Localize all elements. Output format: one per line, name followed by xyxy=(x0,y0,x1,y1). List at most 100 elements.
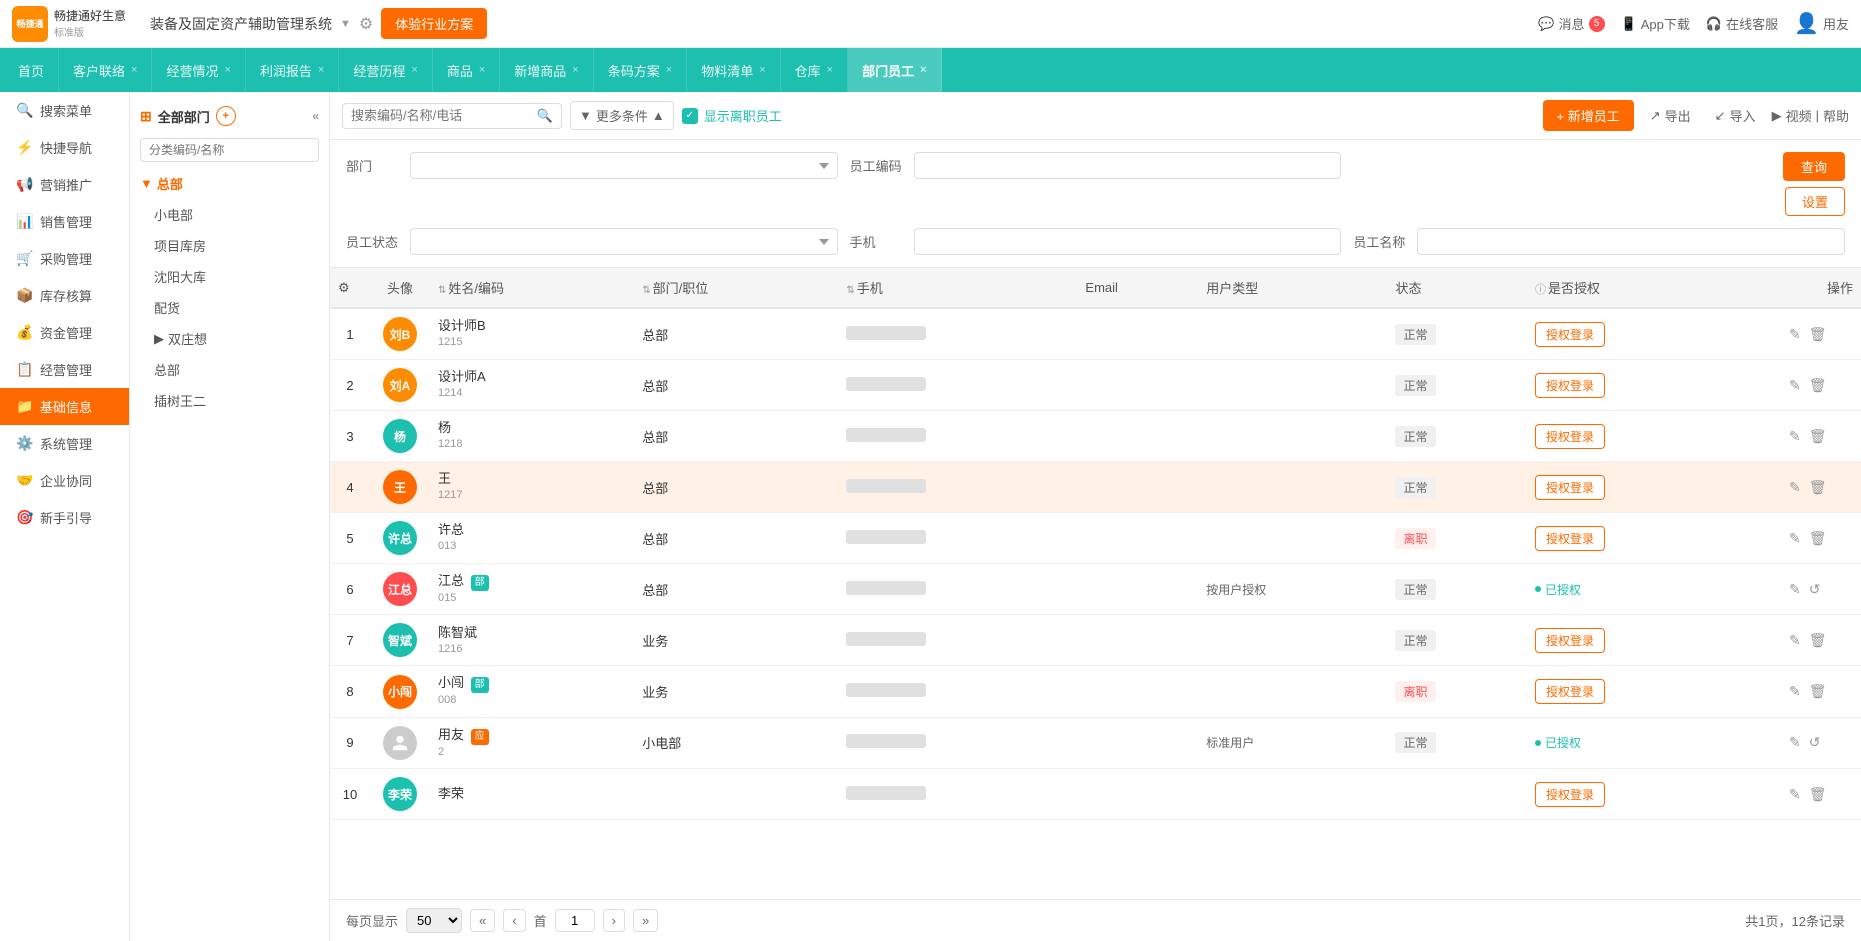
sidebar-item-inventory[interactable]: 📦 库存核算 xyxy=(0,277,129,314)
tab-operation[interactable]: 经营情况 × xyxy=(152,48,245,92)
sidebar-item-guide[interactable]: 🎯 新手引导 xyxy=(0,499,129,536)
auth-login-btn[interactable]: 授权登录 xyxy=(1535,679,1605,704)
dept-tree-item-zongbu2[interactable]: 总部 xyxy=(130,354,329,385)
delete-icon[interactable]: 🗑 xyxy=(1809,683,1827,700)
status-filter-select[interactable] xyxy=(410,228,838,255)
auth-login-btn[interactable]: 授权登录 xyxy=(1535,475,1605,500)
try-btn[interactable]: 体验行业方案 xyxy=(381,8,487,39)
show-resigned-toggle[interactable]: ✓ 显示离职员工 xyxy=(682,106,782,125)
first-page-btn[interactable]: « xyxy=(470,909,495,932)
per-page-select[interactable]: 50 100 xyxy=(406,908,462,933)
tab-goods-close[interactable]: × xyxy=(479,64,485,76)
auth-login-btn[interactable]: 授权登录 xyxy=(1535,628,1605,653)
auth-login-btn[interactable]: 授权登录 xyxy=(1535,373,1605,398)
dept-tree-item-shuangzhuang[interactable]: ▶ 双庄想 xyxy=(130,323,329,354)
dept-tree-item-shenyang[interactable]: 沈阳大库 xyxy=(130,261,329,292)
dept-tree-item-root[interactable]: ▼ 总部 xyxy=(130,168,329,199)
dept-add-btn[interactable]: + xyxy=(216,106,236,126)
col-name[interactable]: ⇅姓名/编码 xyxy=(430,268,634,308)
delete-icon[interactable]: 🗑 xyxy=(1809,428,1827,445)
edit-icon[interactable]: ✎ xyxy=(1789,581,1801,598)
auth-login-btn[interactable]: 授权登录 xyxy=(1535,526,1605,551)
tab-profit-close[interactable]: × xyxy=(318,64,324,76)
edit-icon[interactable]: ✎ xyxy=(1789,683,1801,700)
col-dept[interactable]: ⇅部门/职位 xyxy=(634,268,838,308)
add-employee-btn[interactable]: + 新增员工 xyxy=(1543,100,1634,131)
delete-icon[interactable]: 🗑 xyxy=(1809,479,1827,496)
sidebar-item-management[interactable]: 📋 经营管理 xyxy=(0,351,129,388)
tab-bom-close[interactable]: × xyxy=(759,64,765,76)
delete-icon[interactable]: 🗑 xyxy=(1809,786,1827,803)
dept-tree-item-xiangmu[interactable]: 项目库房 xyxy=(130,230,329,261)
empcode-filter-input[interactable] xyxy=(914,152,1342,179)
more-filter-btn[interactable]: ▼ 更多条件 ▲ xyxy=(570,101,674,130)
edit-icon[interactable]: ✎ xyxy=(1789,786,1801,803)
tab-barcode-close[interactable]: × xyxy=(666,64,672,76)
import-btn[interactable]: ↙ 导入 xyxy=(1707,102,1764,129)
delete-icon[interactable]: 🗑 xyxy=(1809,377,1827,394)
tab-history[interactable]: 经营历程 × xyxy=(339,48,432,92)
page-num-input[interactable] xyxy=(555,909,595,932)
empname-filter-input[interactable] xyxy=(1417,228,1845,255)
last-page-btn[interactable]: » xyxy=(633,909,658,932)
dept-search-input[interactable] xyxy=(140,138,319,162)
col-settings[interactable]: ⚙ xyxy=(330,268,370,308)
tab-operation-close[interactable]: × xyxy=(224,64,230,76)
auth-login-btn[interactable]: 授权登录 xyxy=(1535,322,1605,347)
tab-profit[interactable]: 利润报告 × xyxy=(246,48,339,92)
sidebar-item-collab[interactable]: 🤝 企业协同 xyxy=(0,462,129,499)
sidebar-item-basic[interactable]: 📁 基础信息 xyxy=(0,388,129,425)
tab-customer-close[interactable]: × xyxy=(131,64,137,76)
phone-filter-input[interactable] xyxy=(914,228,1342,255)
dept-collapse-btn[interactable]: « xyxy=(312,109,319,123)
message-btn[interactable]: 💬 消息 5 xyxy=(1538,14,1604,33)
query-btn[interactable]: 查询 xyxy=(1783,152,1845,181)
system-dropdown-arrow[interactable]: ▼ xyxy=(340,18,351,30)
delete-icon[interactable]: 🗑 xyxy=(1809,326,1827,343)
sidebar-item-marketing[interactable]: 📢 营销推广 xyxy=(0,166,129,203)
sidebar-item-purchase[interactable]: 🛒 采购管理 xyxy=(0,240,129,277)
tab-warehouse-close[interactable]: × xyxy=(827,64,833,76)
auth-login-btn[interactable]: 授权登录 xyxy=(1535,424,1605,449)
refresh-icon[interactable]: ↺ xyxy=(1809,581,1821,598)
next-page-btn[interactable]: › xyxy=(603,909,625,932)
sidebar-item-shortcuts[interactable]: ⚡ 快捷导航 xyxy=(0,129,129,166)
sidebar-item-finance[interactable]: 💰 资金管理 xyxy=(0,314,129,351)
tab-customer[interactable]: 客户联络 × xyxy=(59,48,152,92)
online-service-btn[interactable]: 🎧 在线客服 xyxy=(1706,14,1778,33)
tab-department[interactable]: 部门员工 × xyxy=(848,48,941,92)
col-phone[interactable]: ⇅手机 xyxy=(838,268,1077,308)
search-input[interactable] xyxy=(351,108,531,123)
edit-icon[interactable]: ✎ xyxy=(1789,428,1801,445)
edit-icon[interactable]: ✎ xyxy=(1789,377,1801,394)
edit-icon[interactable]: ✎ xyxy=(1789,326,1801,343)
refresh-icon[interactable]: ↺ xyxy=(1809,734,1821,751)
delete-icon[interactable]: 🗑 xyxy=(1809,530,1827,547)
dept-tree-item-chashuwang[interactable]: 插树王二 xyxy=(130,385,329,416)
export-btn[interactable]: ↗ 导出 xyxy=(1642,102,1699,129)
sidebar-item-search[interactable]: 🔍 搜索菜单 xyxy=(0,92,129,129)
edit-icon[interactable]: ✎ xyxy=(1789,479,1801,496)
sidebar-item-system[interactable]: ⚙️ 系统管理 xyxy=(0,425,129,462)
tab-new-goods-close[interactable]: × xyxy=(572,64,578,76)
tab-department-close[interactable]: × xyxy=(920,64,926,76)
tab-new-goods[interactable]: 新增商品 × xyxy=(500,48,593,92)
tab-goods[interactable]: 商品 × xyxy=(433,48,500,92)
dept-tree-item-xiaodian[interactable]: 小电部 xyxy=(130,199,329,230)
tab-bom[interactable]: 物料清单 × xyxy=(687,48,780,92)
gear-icon[interactable]: ⚙ xyxy=(359,14,373,34)
tab-warehouse[interactable]: 仓库 × xyxy=(781,48,848,92)
tab-barcode[interactable]: 条码方案 × xyxy=(594,48,687,92)
settings-btn2[interactable]: 设置 xyxy=(1785,187,1845,216)
prev-page-btn[interactable]: ‹ xyxy=(503,909,525,932)
delete-icon[interactable]: 🗑 xyxy=(1809,632,1827,649)
edit-icon[interactable]: ✎ xyxy=(1789,530,1801,547)
auth-login-btn[interactable]: 授权登录 xyxy=(1535,782,1605,807)
tab-history-close[interactable]: × xyxy=(411,64,417,76)
app-download-btn[interactable]: 📱 App下载 xyxy=(1621,14,1690,33)
edit-icon[interactable]: ✎ xyxy=(1789,734,1801,751)
dept-filter-select[interactable] xyxy=(410,152,838,179)
dept-tree-item-peihuo[interactable]: 配货 xyxy=(130,292,329,323)
edit-icon[interactable]: ✎ xyxy=(1789,632,1801,649)
resigned-checkbox[interactable]: ✓ xyxy=(682,108,698,124)
